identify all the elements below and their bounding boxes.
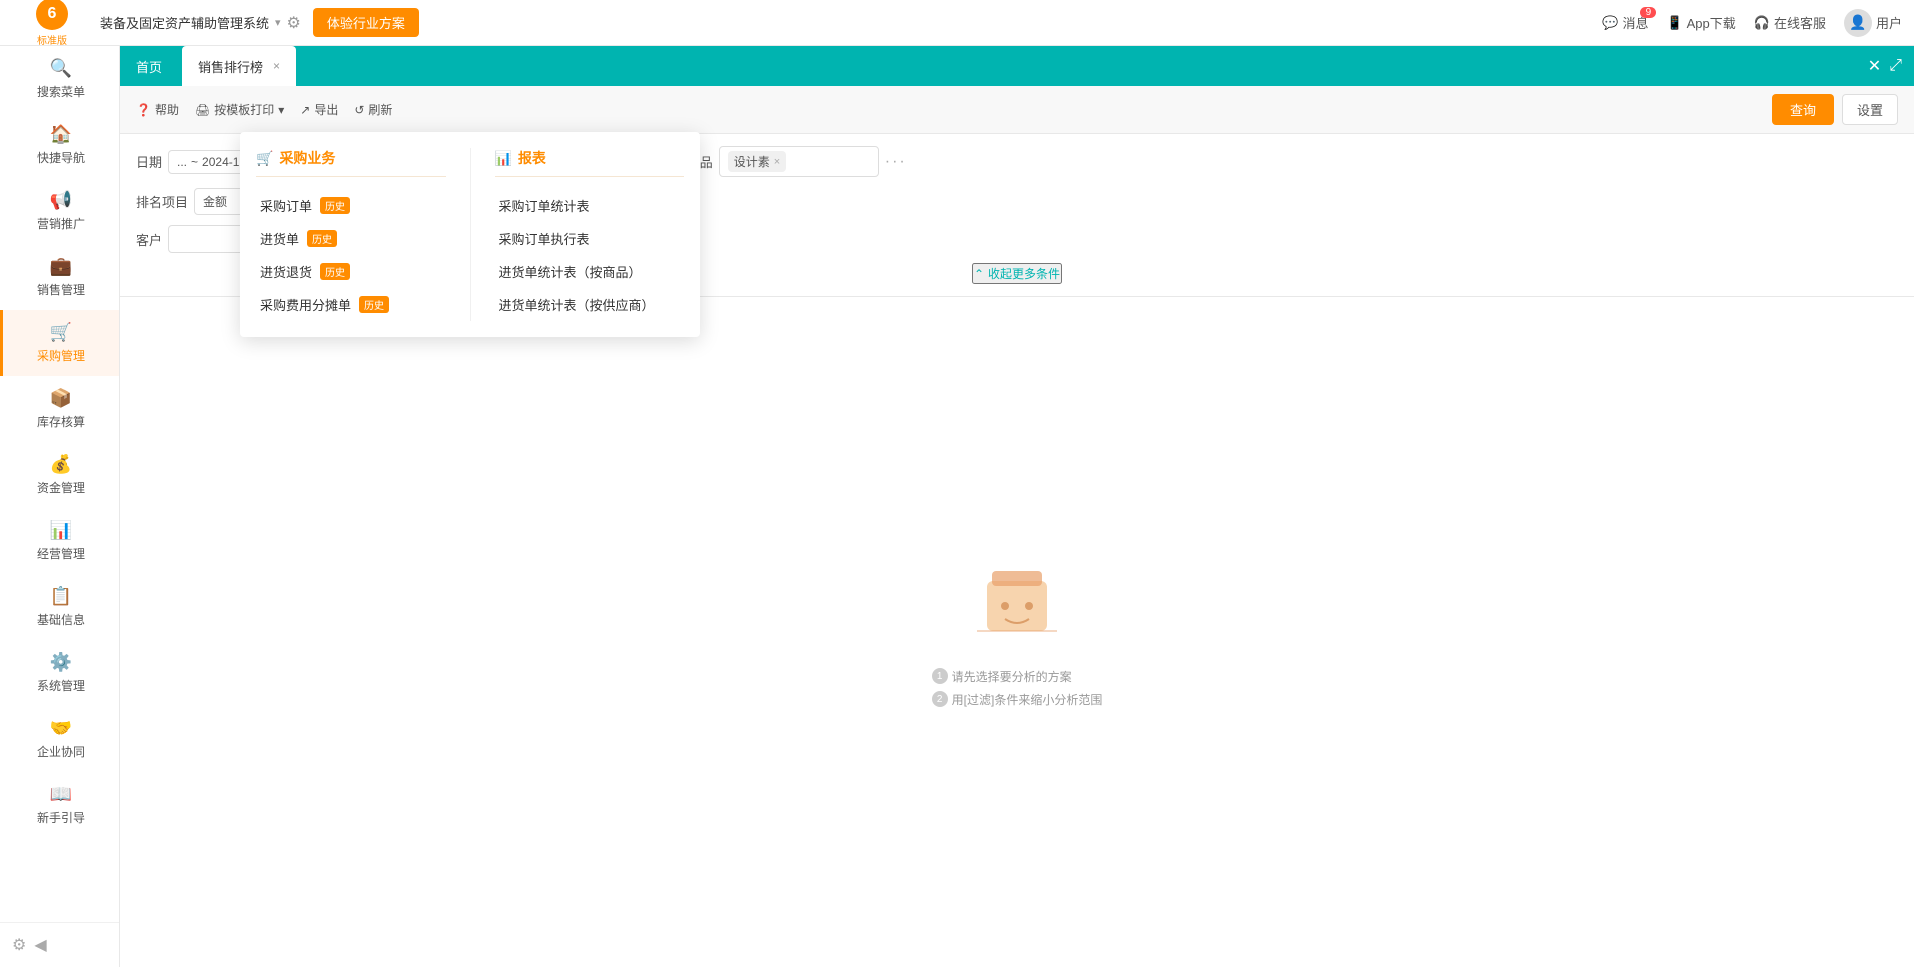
sidebar-item-guide[interactable]: 📖 新手引导 [0,772,119,838]
sidebar-item-finance[interactable]: 💰 资金管理 [0,442,119,508]
content-area: 首页 销售排行榜 × ✕ ⤢ ❓ 帮助 🖨 按模板打印 ▾ ↗ [120,46,1914,967]
main-layout: 🔍 搜索菜单 🏠 快捷导航 📢 营销推广 💼 销售管理 🛒 采购管理 📦 库存核… [0,46,1914,967]
tab-close-window-btn[interactable]: ✕ [1868,56,1881,76]
logo-subtitle: 标准版 [37,32,67,47]
top-bar-right: 💬 消息 9 📱 App下载 🎧 在线客服 👤 用户 [1602,9,1902,37]
search-icon: 🔍 [50,58,72,79]
history-badge-0: 历史 [320,197,350,214]
finance-icon: 💰 [50,454,72,475]
guide-icon: 📖 [50,784,72,805]
marketing-icon: 📢 [50,190,72,211]
sidebar-item-inventory[interactable]: 📦 库存核算 [0,376,119,442]
history-badge-2: 历史 [320,263,350,280]
tab-sales-rank[interactable]: 销售排行榜 × [182,46,296,86]
avatar: 👤 [1844,9,1872,37]
system-icon: ⚙️ [50,652,72,673]
sidebar-item-operations[interactable]: 📊 经营管理 [0,508,119,574]
operations-icon: 📊 [50,520,72,541]
sidebar: 🔍 搜索菜单 🏠 快捷导航 📢 营销推广 💼 销售管理 🛒 采购管理 📦 库存核… [0,46,120,967]
report-section-icon: 📊 [495,150,512,167]
sidebar-item-marketing[interactable]: 📢 营销推广 [0,178,119,244]
app-title: 装备及固定资产辅助管理系统 ▾ [100,13,281,32]
report-section: 📊 报表 采购订单统计表 采购订单执行表 进货单统计表（按商品） 进货单统计表（… [495,148,685,321]
sidebar-item-purchase[interactable]: 🛒 采购管理 [0,310,119,376]
dropdown-item-incoming[interactable]: 进货单 历史 [256,222,446,255]
tab-home[interactable]: 首页 [120,46,178,86]
sidebar-item-sales[interactable]: 💼 销售管理 [0,244,119,310]
dropdown-item-report-3[interactable]: 进货单统计表（按商品） [495,255,685,288]
purchase-section-title: 🛒 采购业务 [256,148,446,177]
message-icon: 💬 [1602,15,1618,31]
purchase-section-icon: 🛒 [256,150,273,167]
sidebar-item-basic[interactable]: 📋 基础信息 [0,574,119,640]
message-badge: 9 [1640,7,1656,18]
tab-bar-right: ✕ ⤢ [1868,56,1914,76]
enterprise-icon: 🤝 [50,718,72,739]
purchase-icon: 🛒 [50,322,72,343]
messages-btn[interactable]: 💬 消息 9 [1602,13,1648,32]
dropdown-item-report-2[interactable]: 采购订单执行表 [495,222,685,255]
purchase-section: 🛒 采购业务 采购订单 历史 进货单 历史 进货退货 历史 采购费用分摊单 [256,148,446,321]
history-badge-3: 历史 [359,296,389,313]
tab-bar: 首页 销售排行榜 × ✕ ⤢ [120,46,1914,86]
report-section-title: 📊 报表 [495,148,685,177]
industry-btn[interactable]: 体验行业方案 [313,8,419,37]
sales-icon: 💼 [50,256,72,277]
logo: 6 标准版 [12,0,92,47]
sidebar-collapse-btn[interactable]: ◀ [34,935,46,955]
sidebar-settings-btn[interactable]: ⚙ [12,935,26,955]
settings-icon[interactable]: ⚙ [287,13,301,33]
top-bar: 6 标准版 装备及固定资产辅助管理系统 ▾ ⚙ 体验行业方案 💬 消息 9 📱 … [0,0,1914,46]
sidebar-item-quicknav[interactable]: 🏠 快捷导航 [0,112,119,178]
online-service-btn[interactable]: 🎧 在线客服 [1754,13,1826,32]
title-dropdown-arrow[interactable]: ▾ [275,16,281,29]
tab-close-icon[interactable]: × [273,59,280,73]
basic-icon: 📋 [50,586,72,607]
sidebar-bottom: ⚙ ◀ [0,922,119,967]
sidebar-item-enterprise[interactable]: 🤝 企业协同 [0,706,119,772]
dropdown-item-report-1[interactable]: 采购订单统计表 [495,189,685,222]
user-menu[interactable]: 👤 用户 [1844,9,1902,37]
logo-icon: 6 [36,0,68,30]
sidebar-item-search[interactable]: 🔍 搜索菜单 [0,46,119,112]
dropdown-item-report-4[interactable]: 进货单统计表（按供应商） [495,288,685,321]
sidebar-item-system[interactable]: ⚙️ 系统管理 [0,640,119,706]
dropdown-item-purchase-order[interactable]: 采购订单 历史 [256,189,446,222]
tab-maximize-btn[interactable]: ⤢ [1889,57,1902,75]
inventory-icon: 📦 [50,388,72,409]
dropdown-item-expense[interactable]: 采购费用分摊单 历史 [256,288,446,321]
headset-icon: 🎧 [1754,15,1770,31]
purchase-dropdown: 🛒 采购业务 采购订单 历史 进货单 历史 进货退货 历史 采购费用分摊单 [240,132,700,337]
app-download-btn[interactable]: 📱 App下载 [1666,13,1735,32]
dropdown-item-return[interactable]: 进货退货 历史 [256,255,446,288]
history-badge-1: 历史 [307,230,337,247]
home-icon: 🏠 [50,124,72,145]
dropdown-divider [470,148,471,321]
phone-icon: 📱 [1666,15,1682,31]
